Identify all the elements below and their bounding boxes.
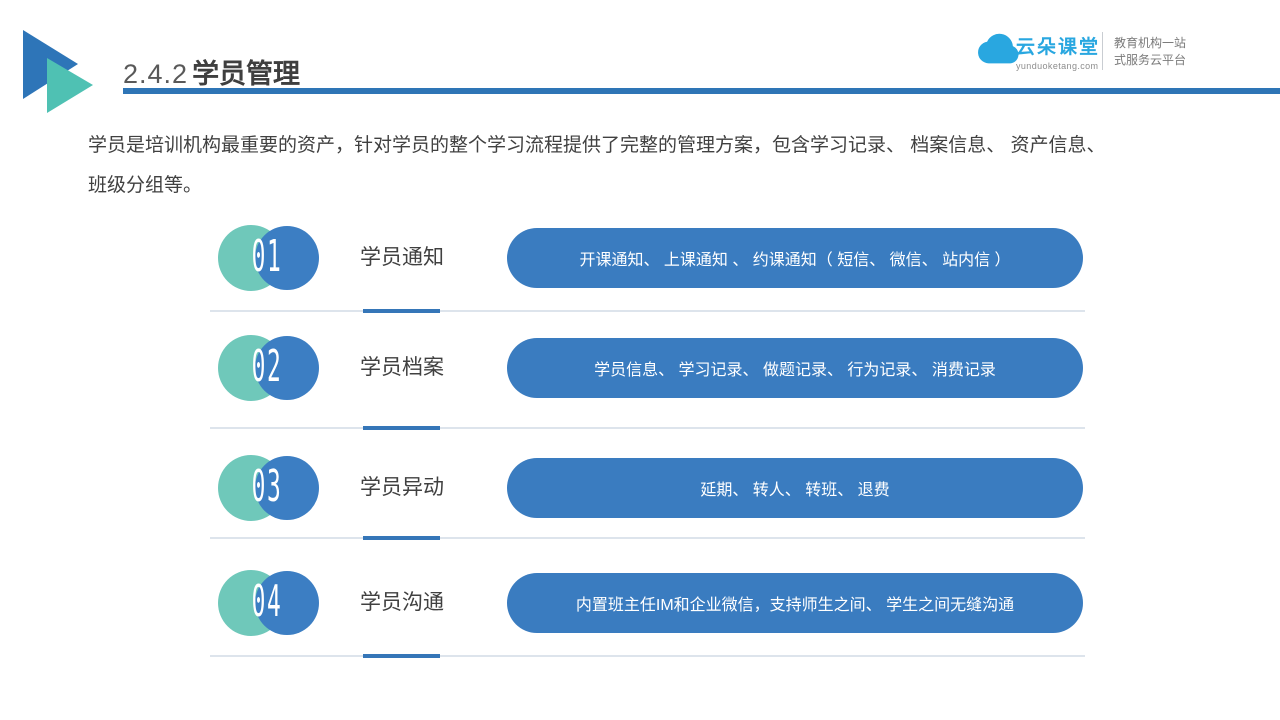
brand-block: 云朵课堂 yunduoketang.com 教育机构一站 式服务云平台 xyxy=(1080,26,1280,82)
row-detail-pill: 延期、 转人、 转班、 退费 xyxy=(507,458,1083,518)
row-number: 03 xyxy=(250,455,284,521)
row-number-badge: 04 xyxy=(218,570,320,636)
divider-accent xyxy=(363,654,440,658)
row-number-badge: 01 xyxy=(218,225,320,291)
row-divider xyxy=(210,655,1085,657)
row-number: 01 xyxy=(250,225,284,291)
slide: 2.4.2学员管理 云朵课堂 yunduoketang.com 教育机构一站 式… xyxy=(0,0,1280,720)
divider-accent xyxy=(363,536,440,540)
row-divider xyxy=(210,427,1085,429)
feature-row-archive: 02 学员档案 学员信息、 学习记录、 做题记录、 行为记录、 消费记录 xyxy=(0,335,1280,401)
brand-tagline-line2: 式服务云平台 xyxy=(1114,52,1186,69)
brand-name: 云朵课堂 xyxy=(1016,32,1094,59)
page-title-text: 学员管理 xyxy=(192,59,300,89)
brand-domain: yunduoketang.com xyxy=(1016,61,1094,71)
brand-tagline-line1: 教育机构一站 xyxy=(1114,35,1186,52)
row-detail-pill: 学员信息、 学习记录、 做题记录、 行为记录、 消费记录 xyxy=(507,338,1083,398)
row-label: 学员通知 xyxy=(360,225,444,291)
section-number: 2.4.2 xyxy=(123,59,188,89)
divider-accent xyxy=(363,426,440,430)
row-label: 学员沟通 xyxy=(360,570,444,636)
row-number-badge: 03 xyxy=(218,455,320,521)
title-underline xyxy=(123,88,1280,94)
corner-triangles-icon xyxy=(0,0,120,130)
row-number: 04 xyxy=(250,570,284,636)
intro-line1: 学员是培训机构最重要的资产，针对学员的整个学习流程提供了完整的管理方案，包含学习… xyxy=(88,126,1218,166)
brand-divider xyxy=(1102,32,1103,70)
row-number-badge: 02 xyxy=(218,335,320,401)
brand-tagline: 教育机构一站 式服务云平台 xyxy=(1114,35,1186,69)
divider-accent xyxy=(363,309,440,313)
brand-text: 云朵课堂 yunduoketang.com xyxy=(1016,32,1094,71)
intro-line2: 班级分组等。 xyxy=(88,166,1218,206)
row-label: 学员异动 xyxy=(360,455,444,521)
feature-row-notify: 01 学员通知 开课通知、 上课通知 、 约课通知（ 短信、 微信、 站内信 ） xyxy=(0,225,1280,291)
page-title: 2.4.2学员管理 xyxy=(123,52,300,91)
row-divider xyxy=(210,537,1085,539)
row-detail-pill: 开课通知、 上课通知 、 约课通知（ 短信、 微信、 站内信 ） xyxy=(507,228,1083,288)
row-label: 学员档案 xyxy=(360,335,444,401)
row-detail-pill: 内置班主任IM和企业微信，支持师生之间、 学生之间无缝沟通 xyxy=(507,573,1083,633)
feature-row-communicate: 04 学员沟通 内置班主任IM和企业微信，支持师生之间、 学生之间无缝沟通 xyxy=(0,570,1280,636)
intro-paragraph: 学员是培训机构最重要的资产，针对学员的整个学习流程提供了完整的管理方案，包含学习… xyxy=(88,126,1218,206)
row-number: 02 xyxy=(250,335,284,401)
feature-row-change: 03 学员异动 延期、 转人、 转班、 退费 xyxy=(0,455,1280,521)
row-divider xyxy=(210,310,1085,312)
